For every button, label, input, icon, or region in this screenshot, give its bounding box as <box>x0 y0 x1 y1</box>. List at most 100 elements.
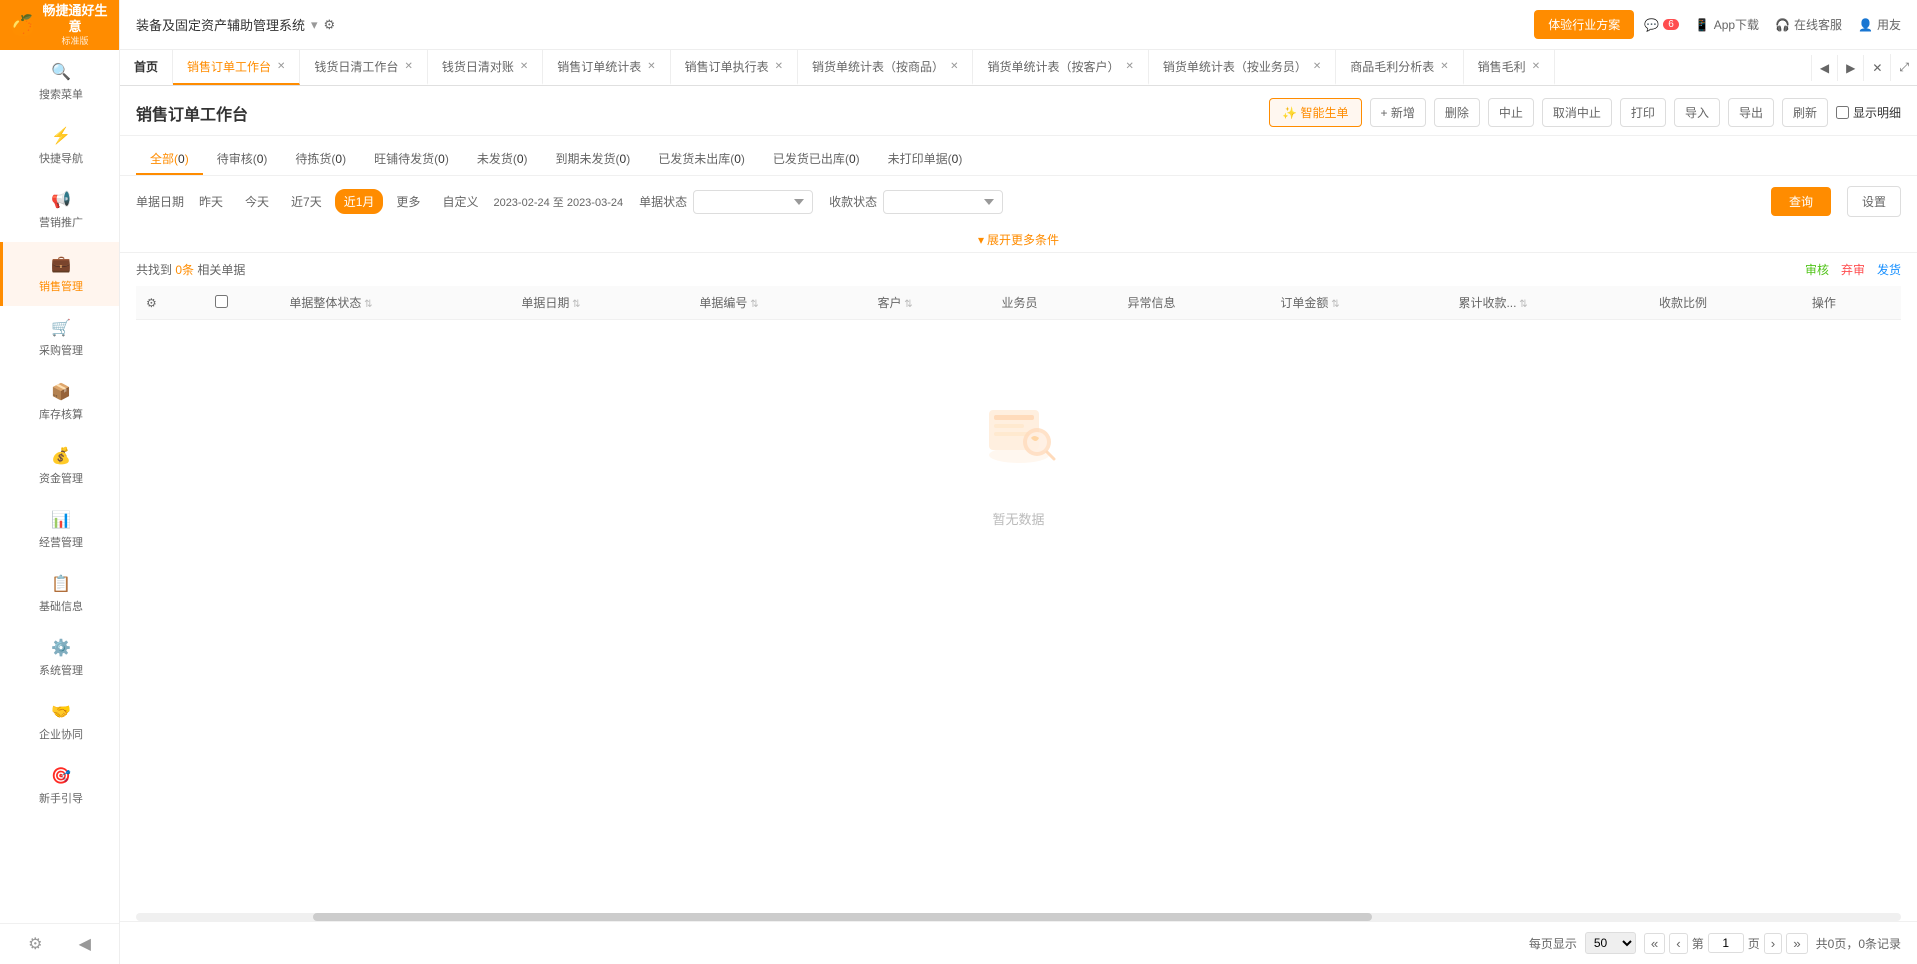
settings-icon[interactable]: ⚙ <box>324 17 336 33</box>
message-item[interactable]: 💬 6 💬 <box>1644 18 1679 32</box>
delete-button[interactable]: 删除 <box>1434 98 1480 127</box>
horizontal-scrollbar[interactable] <box>136 913 1901 921</box>
tab-sales-profit[interactable]: 销售毛利✕ <box>1464 50 1555 85</box>
show-detail-checkbox[interactable] <box>1836 106 1849 119</box>
user-item[interactable]: 👤 用友 <box>1858 16 1901 33</box>
tab-close-sales-profit[interactable]: ✕ <box>1532 61 1540 72</box>
tab-close-cargo-stats-staff[interactable]: ✕ <box>1313 61 1321 72</box>
tab-close-product-margin[interactable]: ✕ <box>1440 61 1448 72</box>
col-header-ratio: 收款比例 <box>1649 286 1802 320</box>
industry-solution-button[interactable]: 体验行业方案 <box>1534 10 1634 39</box>
query-button[interactable]: 查询 <box>1771 187 1831 216</box>
subtab-pending-review[interactable]: 待审核(0) <box>203 144 282 175</box>
subtab-all[interactable]: 全部(0) <box>136 144 203 175</box>
tab-cargo-stats-staff[interactable]: 销货单统计表（按业务员）✕ <box>1149 50 1336 85</box>
col-header-number[interactable]: 单据编号 <box>689 286 867 320</box>
tab-arrow-right[interactable]: ▶ <box>1837 55 1863 81</box>
app-download-item[interactable]: 📱 App下载 <box>1695 16 1759 33</box>
empty-text: 暂无数据 <box>992 509 1044 528</box>
subtab-not-printed[interactable]: 未打印单据(0) <box>874 144 977 175</box>
prev-page-button[interactable]: ‹ <box>1669 933 1687 954</box>
settings-icon[interactable]: ⚙ <box>28 934 42 954</box>
export-button[interactable]: 导出 <box>1728 98 1774 127</box>
revoke-button[interactable]: 弃审 <box>1841 261 1865 278</box>
payment-select[interactable] <box>883 190 1003 214</box>
col-settings-icon[interactable]: ⚙ <box>146 296 157 310</box>
refresh-button[interactable]: 刷新 <box>1782 98 1828 127</box>
tab-close-cargo-stats-customer[interactable]: ✕ <box>1125 61 1133 72</box>
date-option-昨天[interactable]: 昨天 <box>190 189 232 214</box>
date-option-近1月[interactable]: 近1月 <box>335 189 384 214</box>
online-support-item[interactable]: 🎧 在线客服 <box>1775 16 1842 33</box>
expand-button[interactable]: ▾ 展开更多条件 <box>978 231 1059 248</box>
tab-close-cargo-stats-product[interactable]: ✕ <box>950 61 958 72</box>
sidebar-item-marketing[interactable]: 📢营销推广 <box>0 178 119 242</box>
ship-button[interactable]: 发货 <box>1877 261 1901 278</box>
sidebar-item-inventory[interactable]: 📦库存核算 <box>0 370 119 434</box>
tab-sales-stats[interactable]: 销售订单统计表✕ <box>543 50 670 85</box>
tab-home[interactable]: 首页 <box>120 50 173 85</box>
smart-generate-button[interactable]: ✨ 智能生单 <box>1269 98 1361 127</box>
print-button[interactable]: 打印 <box>1620 98 1666 127</box>
add-button[interactable]: + 新增 <box>1370 98 1426 127</box>
tab-close-cash-reconcile[interactable]: ✕ <box>520 61 528 72</box>
col-header-status[interactable]: 单据整体状态 <box>279 286 511 320</box>
sidebar-item-purchase[interactable]: 🛒采购管理 <box>0 306 119 370</box>
subtab-expired-not-shipped[interactable]: 到期未发货(0) <box>542 144 645 175</box>
select-all-checkbox[interactable] <box>215 295 228 308</box>
date-option-自定义[interactable]: 自定义 <box>433 189 487 214</box>
tab-sales-order-workbench[interactable]: 销售订单工作台✕ <box>173 50 300 85</box>
tab-cash-reconcile[interactable]: 钱货日清对账✕ <box>428 50 543 85</box>
cancel-pause-button[interactable]: 取消中止 <box>1542 98 1612 127</box>
tab-cargo-stats-product[interactable]: 销货单统计表（按商品）✕ <box>798 50 973 85</box>
show-detail-label[interactable]: 显示明细 <box>1836 104 1901 121</box>
date-option-近7天[interactable]: 近7天 <box>282 189 331 214</box>
subtab-pending-inspect[interactable]: 待拣货(0) <box>281 144 360 175</box>
next-page-button[interactable]: › <box>1764 933 1782 954</box>
subtab-wangpu-pending[interactable]: 旺铺待发货(0) <box>360 144 463 175</box>
sidebar-item-guide[interactable]: 🎯新手引导 <box>0 754 119 818</box>
col-header-customer[interactable]: 客户 <box>867 286 991 320</box>
col-header-collected[interactable]: 累计收款... <box>1448 286 1649 320</box>
tab-cash-daily[interactable]: 钱货日清工作台✕ <box>300 50 427 85</box>
date-option-今天[interactable]: 今天 <box>236 189 278 214</box>
collapse-icon[interactable]: ◀ <box>79 934 91 954</box>
tab-maximize[interactable]: ⤢ <box>1890 54 1917 81</box>
sidebar-item-operation[interactable]: 📊经营管理 <box>0 498 119 562</box>
date-option-更多[interactable]: 更多 <box>387 189 429 214</box>
subtab-shipped-out[interactable]: 已发货已出库(0) <box>759 144 874 175</box>
audit-button[interactable]: 审核 <box>1805 261 1829 278</box>
scrollbar-thumb[interactable] <box>313 913 1372 921</box>
tab-arrow-left[interactable]: ◀ <box>1811 55 1837 81</box>
pause-button[interactable]: 中止 <box>1488 98 1534 127</box>
subtab-not-shipped[interactable]: 未发货(0) <box>463 144 542 175</box>
tab-close-all[interactable]: ✕ <box>1863 55 1890 81</box>
system-dropdown-icon[interactable]: ▾ <box>311 17 318 33</box>
inventory-nav-label: 库存核算 <box>39 406 83 422</box>
first-page-button[interactable]: « <box>1644 933 1665 954</box>
sidebar-item-sales[interactable]: 💼销售管理 <box>0 242 119 306</box>
sidebar-item-quick[interactable]: ⚡快捷导航 <box>0 114 119 178</box>
import-button[interactable]: 导入 <box>1674 98 1720 127</box>
subtab-label-shipped-not-out: 已发货未出库 <box>658 152 730 166</box>
subtab-shipped-not-out[interactable]: 已发货未出库(0) <box>644 144 759 175</box>
status-select[interactable] <box>693 190 813 214</box>
tab-cargo-stats-customer[interactable]: 销货单统计表（按客户）✕ <box>973 50 1148 85</box>
tab-sales-exec[interactable]: 销售订单执行表✕ <box>671 50 798 85</box>
tab-close-sales-order-workbench[interactable]: ✕ <box>277 61 285 72</box>
tab-product-margin[interactable]: 商品毛利分析表✕ <box>1336 50 1463 85</box>
page-size-select[interactable]: 50 100 200 <box>1585 932 1636 954</box>
sidebar-item-coop[interactable]: 🤝企业协同 <box>0 690 119 754</box>
sidebar-item-system[interactable]: ⚙️系统管理 <box>0 626 119 690</box>
sidebar-item-basic[interactable]: 📋基础信息 <box>0 562 119 626</box>
set-button[interactable]: 设置 <box>1847 186 1901 217</box>
tab-close-cash-daily[interactable]: ✕ <box>404 61 412 72</box>
col-header-amount[interactable]: 订单金额 <box>1270 286 1448 320</box>
col-header-date[interactable]: 单据日期 <box>511 286 689 320</box>
sidebar-item-finance[interactable]: 💰资金管理 <box>0 434 119 498</box>
tab-close-sales-stats[interactable]: ✕ <box>647 61 655 72</box>
last-page-button[interactable]: » <box>1786 933 1807 954</box>
sidebar-item-search[interactable]: 🔍搜索菜单 <box>0 50 119 114</box>
tab-close-sales-exec[interactable]: ✕ <box>775 61 783 72</box>
page-input[interactable] <box>1708 933 1744 953</box>
